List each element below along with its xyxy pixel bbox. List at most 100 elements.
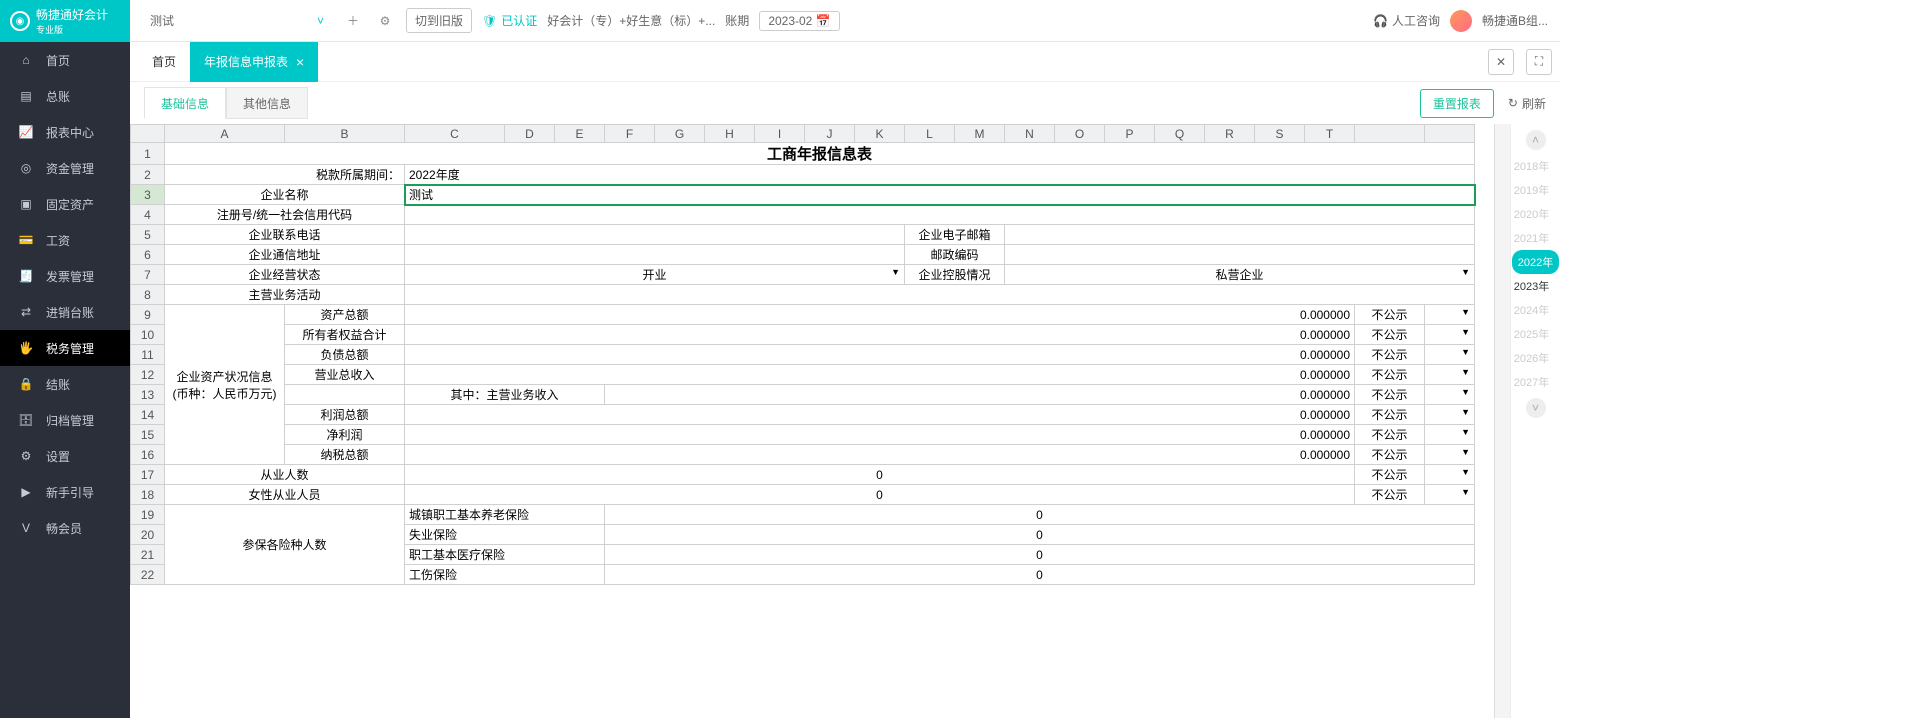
- nav-funds[interactable]: ◎资金管理: [0, 150, 130, 186]
- col-header[interactable]: O: [1055, 125, 1105, 143]
- tab-首页[interactable]: 首页: [138, 42, 190, 82]
- sidebar: ◉ 畅捷通好会计 专业版 ⌂首页▤总账📈报表中心◎资金管理▣固定资产💳工资🧾发票…: [0, 0, 130, 718]
- home-icon: ⌂: [18, 52, 34, 68]
- col-header[interactable]: H: [705, 125, 755, 143]
- nav-label: 发票管理: [46, 268, 94, 285]
- refresh-button[interactable]: ↻ 刷新: [1508, 95, 1546, 112]
- verified-badge: 🛡 已认证: [482, 12, 537, 29]
- year-up-button[interactable]: ˄: [1526, 130, 1546, 150]
- year-2019年[interactable]: 2019年: [1512, 178, 1559, 202]
- old-version-button[interactable]: 切到旧版: [406, 8, 472, 33]
- year-2026年[interactable]: 2026年: [1512, 346, 1559, 370]
- publicity-select[interactable]: [1425, 405, 1475, 425]
- shield-icon: 🛡: [482, 14, 497, 28]
- col-header[interactable]: T: [1305, 125, 1355, 143]
- publicity-select[interactable]: [1425, 305, 1475, 325]
- reset-report-button[interactable]: 重置报表: [1420, 89, 1494, 118]
- nav-archive[interactable]: 🗄归档管理: [0, 402, 130, 438]
- vertical-scrollbar[interactable]: [1494, 124, 1510, 718]
- publicity-select[interactable]: [1425, 325, 1475, 345]
- nav-label: 固定资产: [46, 196, 94, 213]
- nav-invoice[interactable]: 🧾发票管理: [0, 258, 130, 294]
- col-header[interactable]: E: [555, 125, 605, 143]
- col-header[interactable]: I: [755, 125, 805, 143]
- nav-settings[interactable]: ⚙设置: [0, 438, 130, 474]
- logo-subtitle: 专业版: [36, 23, 108, 36]
- fullscreen-button[interactable]: ⛶: [1526, 49, 1552, 75]
- year-2025年[interactable]: 2025年: [1512, 322, 1559, 346]
- period-label: 账期: [725, 12, 749, 29]
- close-icon: 🔒: [18, 376, 34, 392]
- year-2024年[interactable]: 2024年: [1512, 298, 1559, 322]
- plus-icon[interactable]: ＋: [342, 10, 364, 32]
- tab-年报信息申报表[interactable]: 年报信息申报表×: [190, 42, 318, 82]
- nav-tax[interactable]: 🖐税务管理: [0, 330, 130, 366]
- col-header[interactable]: R: [1205, 125, 1255, 143]
- nav-ledger[interactable]: ▤总账: [0, 78, 130, 114]
- nav-label: 首页: [46, 52, 70, 69]
- company-select[interactable]: 测试 ˅: [142, 8, 332, 34]
- year-2027年[interactable]: 2027年: [1512, 370, 1559, 394]
- col-header[interactable]: L: [905, 125, 955, 143]
- nav-label: 总账: [46, 88, 70, 105]
- nav-home[interactable]: ⌂ 首页: [0, 42, 130, 78]
- close-all-tabs-button[interactable]: ✕: [1488, 49, 1514, 75]
- year-2021年[interactable]: 2021年: [1512, 226, 1559, 250]
- col-header[interactable]: B: [285, 125, 405, 143]
- col-header[interactable]: K: [855, 125, 905, 143]
- nav-assets[interactable]: ▣ 固定资产: [0, 186, 130, 222]
- year-2020年[interactable]: 2020年: [1512, 202, 1559, 226]
- nav-vip[interactable]: V畅会员: [0, 510, 130, 546]
- company-name: 测试: [150, 12, 174, 29]
- nav-label: 工资: [46, 232, 70, 249]
- inventory-icon: ⇄: [18, 304, 34, 320]
- nav-label: 报表中心: [46, 124, 94, 141]
- nav-guide[interactable]: ▶新手引导: [0, 474, 130, 510]
- nav-label: 新手引导: [46, 484, 94, 501]
- user-name: 畅捷通B组...: [1482, 12, 1548, 29]
- tabbar: 首页年报信息申报表× ✕ ⛶: [130, 42, 1560, 82]
- tax-icon: 🖐: [18, 340, 34, 356]
- avatar[interactable]: [1450, 10, 1472, 32]
- col-header[interactable]: S: [1255, 125, 1305, 143]
- year-down-button[interactable]: ˅: [1526, 398, 1546, 418]
- col-header[interactable]: C: [405, 125, 505, 143]
- subtab-其他信息[interactable]: 其他信息: [226, 87, 308, 119]
- nav-label: 进销台账: [46, 304, 94, 321]
- calendar-icon: 📅: [816, 14, 831, 28]
- publicity-select[interactable]: [1425, 425, 1475, 445]
- business-status-select[interactable]: 开业: [405, 265, 905, 285]
- nav-label: 资金管理: [46, 160, 94, 177]
- nav-reports[interactable]: 📈报表中心: [0, 114, 130, 150]
- col-header[interactable]: N: [1005, 125, 1055, 143]
- year-2018年[interactable]: 2018年: [1512, 154, 1559, 178]
- row-header[interactable]: 1: [131, 143, 165, 165]
- period-select[interactable]: 2023-02 📅: [759, 11, 839, 31]
- spreadsheet[interactable]: ABCDEFGHIJKLMNOPQRST1工商年报信息表2税款所属期间：2022…: [130, 124, 1494, 718]
- sheet-title: 工商年报信息表: [165, 143, 1475, 165]
- col-header[interactable]: Q: [1155, 125, 1205, 143]
- col-header[interactable]: D: [505, 125, 555, 143]
- publicity-select[interactable]: [1425, 385, 1475, 405]
- gear-icon[interactable]: ⚙: [374, 10, 396, 32]
- year-2023年[interactable]: 2023年: [1512, 274, 1559, 298]
- support-link[interactable]: 🎧 人工咨询: [1373, 12, 1440, 29]
- nav-close[interactable]: 🔒结账: [0, 366, 130, 402]
- col-header[interactable]: P: [1105, 125, 1155, 143]
- col-header[interactable]: A: [165, 125, 285, 143]
- col-header[interactable]: M: [955, 125, 1005, 143]
- publicity-select[interactable]: [1425, 345, 1475, 365]
- publicity-select[interactable]: [1425, 445, 1475, 465]
- col-header[interactable]: J: [805, 125, 855, 143]
- close-icon[interactable]: ×: [296, 54, 304, 70]
- assets-icon: ▣: [18, 196, 34, 212]
- nav-inventory[interactable]: ⇄ 进销台账: [0, 294, 130, 330]
- publicity-select[interactable]: [1425, 365, 1475, 385]
- col-header[interactable]: G: [655, 125, 705, 143]
- col-header[interactable]: F: [605, 125, 655, 143]
- year-2022年[interactable]: 2022年: [1512, 250, 1559, 274]
- subtab-基础信息[interactable]: 基础信息: [144, 87, 226, 119]
- nav-salary[interactable]: 💳工资: [0, 222, 130, 258]
- holding-type-select[interactable]: 私营企业: [1005, 265, 1475, 285]
- company-name-cell[interactable]: 测试: [405, 185, 1475, 205]
